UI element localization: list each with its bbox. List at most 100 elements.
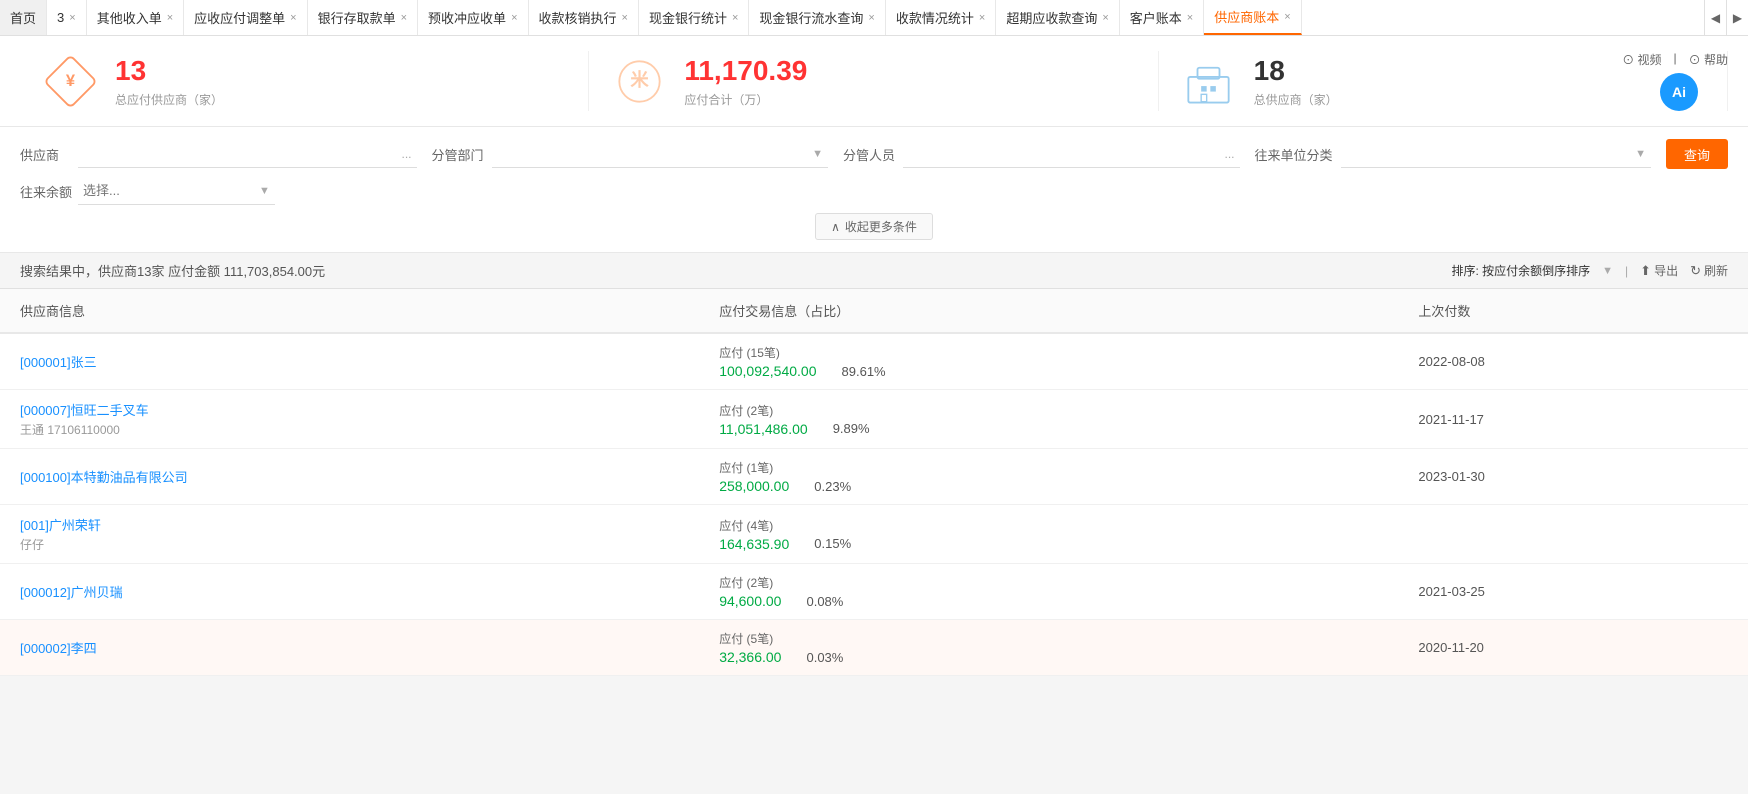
nav-ar-ap-adjust-close[interactable]: × xyxy=(290,12,296,24)
refresh-button[interactable]: ↻ 刷新 xyxy=(1690,262,1728,279)
sort-label[interactable]: 排序: 按应付余额倒序排序 xyxy=(1451,262,1590,279)
filter-section: 供应商 ... 分管部门 ▼ 分管人员 ... 往来单位分类 xyxy=(0,127,1748,253)
table-row: [000002]李四应付 (5笔)32,366.000.03%2020-11-2… xyxy=(0,620,1748,676)
nav-overdue-ar[interactable]: 超期应收款查询 × xyxy=(996,0,1119,35)
total-suppliers-value: 18 xyxy=(1254,54,1338,88)
nav-supplier-ledger[interactable]: 供应商账本 × xyxy=(1204,0,1301,35)
collapse-button[interactable]: ∧ 收起更多条件 xyxy=(815,213,933,240)
filter-row-1: 供应商 ... 分管部门 ▼ 分管人员 ... 往来单位分类 xyxy=(20,139,1728,169)
supplier-link[interactable]: [000012]广州贝瑞 xyxy=(20,585,123,600)
nav-other-income-close[interactable]: × xyxy=(167,12,173,24)
ai-button[interactable]: Ai xyxy=(1660,73,1698,111)
nav-receipt-verify[interactable]: 收款核销执行 × xyxy=(529,0,639,35)
sort-dropdown-icon[interactable]: ▼ xyxy=(1602,265,1613,277)
person-input-wrapper: ... xyxy=(903,140,1239,168)
supplier-cell: [000001]张三 xyxy=(0,333,699,390)
nav-tab3[interactable]: 3 × xyxy=(47,0,87,35)
nav-overdue-ar-close[interactable]: × xyxy=(1102,12,1108,24)
balance-dropdown-icon[interactable]: ▼ xyxy=(259,185,270,197)
amount-value[interactable]: 11,051,486.00 xyxy=(719,421,808,437)
supplier-link[interactable]: [001]广州荣轩 xyxy=(20,518,101,533)
filter-category: 往来单位分类 ▼ xyxy=(1255,140,1652,168)
transaction-cell: 应付 (15笔)100,092,540.0089.61% xyxy=(699,333,1398,390)
amount-value[interactable]: 32,366.00 xyxy=(719,649,781,665)
payable-amount-label: 应付合计（万） xyxy=(684,91,807,108)
category-input[interactable] xyxy=(1346,146,1636,161)
amount-value[interactable]: 100,092,540.00 xyxy=(719,363,816,379)
category-dropdown-icon[interactable]: ▼ xyxy=(1635,148,1646,160)
total-suppliers-label: 总供应商（家） xyxy=(1254,91,1338,108)
nav-right-arrow[interactable]: ▶ xyxy=(1726,0,1748,36)
person-input[interactable] xyxy=(908,146,1224,161)
last-payment-date: 2023-01-30 xyxy=(1418,469,1485,484)
filter-dept: 分管部门 ▼ xyxy=(432,140,829,168)
balance-input[interactable] xyxy=(83,183,259,198)
supplier-input[interactable] xyxy=(83,146,401,161)
video-link[interactable]: ⊙ 视频 xyxy=(1622,51,1661,68)
nav-receipt-verify-close[interactable]: × xyxy=(622,12,628,24)
supplier-link[interactable]: [000001]张三 xyxy=(20,355,97,370)
total-suppliers-text: 18 总供应商（家） xyxy=(1254,54,1338,109)
nav-cash-bank-stat[interactable]: 现金银行统计 × xyxy=(639,0,749,35)
last-payment-date: 2020-11-20 xyxy=(1418,640,1484,655)
table-header: 供应商信息 应付交易信息（占比） 上次付数 xyxy=(0,289,1748,333)
payable-amount-icon: 米 xyxy=(609,51,669,111)
nav-cash-bank-query-close[interactable]: × xyxy=(868,12,874,24)
transaction-label: 应付 (1笔) xyxy=(719,459,1378,476)
transaction-label: 应付 (2笔) xyxy=(719,402,1378,419)
nav-receipt-stat[interactable]: 收款情况统计 × xyxy=(886,0,996,35)
nav-customer-ledger[interactable]: 客户账本 × xyxy=(1120,0,1204,35)
nav-bank-deposit[interactable]: 银行存取款单 × xyxy=(308,0,418,35)
nav-left-arrow[interactable]: ◀ xyxy=(1704,0,1726,36)
export-button[interactable]: ⬆ 导出 xyxy=(1640,262,1678,279)
dept-input[interactable] xyxy=(497,146,813,161)
payable-suppliers-icon: ¥ xyxy=(40,51,100,111)
transaction-label: 应付 (2笔) xyxy=(719,574,1378,591)
right-actions: 排序: 按应付余额倒序排序 ▼ | ⬆ 导出 ↻ 刷新 xyxy=(1451,262,1728,279)
nav-arrows: ◀ ▶ xyxy=(1704,0,1748,36)
help-link[interactable]: ⊙ 帮助 xyxy=(1689,51,1728,68)
top-right-links: ⊙ 视频 | ⊙ 帮助 xyxy=(1622,51,1728,68)
export-icon: ⬆ xyxy=(1640,263,1651,279)
nav-other-income[interactable]: 其他收入单 × xyxy=(87,0,184,35)
table-body: [000001]张三应付 (15笔)100,092,540.0089.61%20… xyxy=(0,333,1748,676)
category-label: 往来单位分类 xyxy=(1255,145,1333,164)
nav-prepay-ar[interactable]: 预收冲应收单 × xyxy=(418,0,528,35)
category-input-wrapper: ▼ xyxy=(1341,140,1651,168)
supplier-link[interactable]: [000100]本特勤油品有限公司 xyxy=(20,470,188,485)
table-row: [001]广州荣轩仔仔应付 (4笔)164,635.900.15% xyxy=(0,505,1748,564)
col-transaction-info: 应付交易信息（占比） xyxy=(699,289,1398,333)
transaction-label: 应付 (5笔) xyxy=(719,630,1378,647)
nav-supplier-ledger-close[interactable]: × xyxy=(1284,11,1290,23)
nav-receipt-stat-close[interactable]: × xyxy=(979,12,985,24)
nav-prepay-ar-close[interactable]: × xyxy=(511,12,517,24)
summary-section: ⊙ 视频 | ⊙ 帮助 ¥ 13 总应付供应商（家） 米 11,170.39 应… xyxy=(0,36,1748,127)
dept-dropdown-icon[interactable]: ▼ xyxy=(812,148,823,160)
nav-bank-deposit-close[interactable]: × xyxy=(401,12,407,24)
balance-label: 往来余额 xyxy=(20,182,70,201)
supplier-link[interactable]: [000007]恒旺二手叉车 xyxy=(20,403,149,418)
query-button[interactable]: 查询 xyxy=(1666,139,1728,169)
supplier-label: 供应商 xyxy=(20,145,70,164)
amount-value[interactable]: 164,635.90 xyxy=(719,536,789,552)
supplier-sub: 王通 17106110000 xyxy=(20,421,679,438)
supplier-link[interactable]: [000002]李四 xyxy=(20,641,97,656)
person-suffix[interactable]: ... xyxy=(1224,147,1234,161)
supplier-cell: [000007]恒旺二手叉车王通 17106110000 xyxy=(0,390,699,449)
nav-customer-ledger-close[interactable]: × xyxy=(1187,12,1193,24)
amount-value[interactable]: 258,000.00 xyxy=(719,478,789,494)
amount-value[interactable]: 94,600.00 xyxy=(719,593,781,609)
nav-ar-ap-adjust[interactable]: 应收应付调整单 × xyxy=(184,0,307,35)
nav-cash-bank-stat-close[interactable]: × xyxy=(732,12,738,24)
supplier-suffix[interactable]: ... xyxy=(401,147,411,161)
percentage-value: 0.08% xyxy=(806,594,843,609)
nav-tab3-close[interactable]: × xyxy=(69,12,75,24)
supplier-sub: 仔仔 xyxy=(20,536,679,553)
nav-cash-bank-query[interactable]: 现金银行流水查询 × xyxy=(749,0,885,35)
table-wrapper: 供应商信息 应付交易信息（占比） 上次付数 [000001]张三应付 (15笔)… xyxy=(0,289,1748,676)
percentage-value: 0.15% xyxy=(814,536,851,551)
percentage-value: 89.61% xyxy=(842,364,886,379)
transaction-cell: 应付 (2笔)11,051,486.009.89% xyxy=(699,390,1398,449)
nav-home[interactable]: 首页 xyxy=(0,0,47,35)
last-payment-cell: 2021-11-17 xyxy=(1398,390,1748,449)
